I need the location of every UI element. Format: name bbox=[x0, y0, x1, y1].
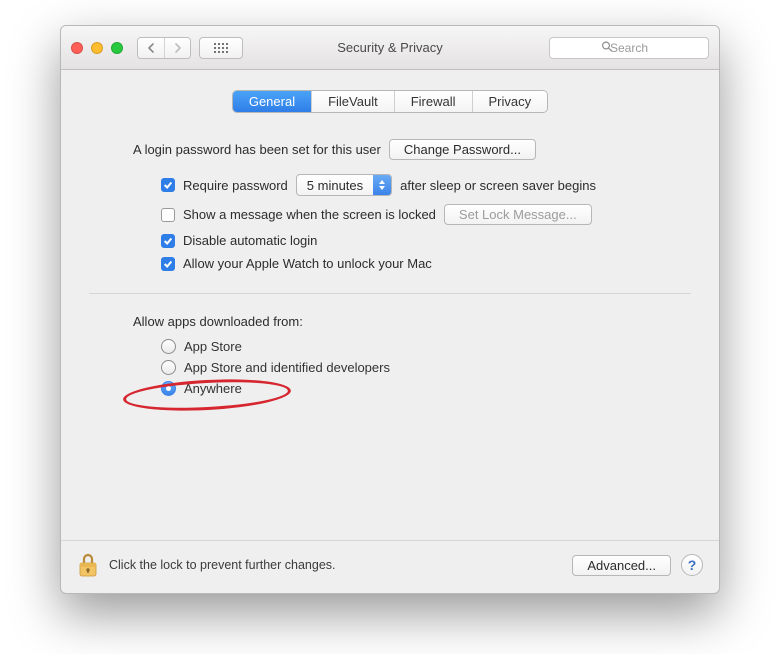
show-message-checkbox[interactable] bbox=[161, 208, 175, 222]
content-area: General FileVault Firewall Privacy A log… bbox=[61, 70, 719, 420]
apple-watch-row: Allow your Apple Watch to unlock your Ma… bbox=[161, 256, 685, 271]
show-all-button[interactable] bbox=[199, 37, 243, 59]
password-delay-select[interactable]: 5 minutes bbox=[296, 174, 392, 196]
tab-filevault[interactable]: FileVault bbox=[311, 91, 394, 112]
password-set-row: A login password has been set for this u… bbox=[133, 139, 685, 160]
back-button[interactable] bbox=[138, 38, 164, 58]
password-set-text: A login password has been set for this u… bbox=[133, 142, 381, 157]
traffic-lights bbox=[71, 42, 123, 54]
radio-app-store[interactable] bbox=[161, 339, 176, 354]
after-sleep-text: after sleep or screen saver begins bbox=[400, 178, 596, 193]
search-input[interactable] bbox=[549, 37, 709, 59]
disable-auto-login-checkbox[interactable] bbox=[161, 234, 175, 248]
grid-icon bbox=[214, 43, 228, 53]
disable-auto-login-row: Disable automatic login bbox=[161, 233, 685, 248]
tabs: General FileVault Firewall Privacy bbox=[232, 90, 548, 113]
tab-privacy[interactable]: Privacy bbox=[472, 91, 548, 112]
radio-anywhere[interactable] bbox=[161, 381, 176, 396]
tab-firewall[interactable]: Firewall bbox=[394, 91, 472, 112]
require-password-row: Require password 5 minutes after sleep o… bbox=[161, 174, 685, 196]
minimize-window-button[interactable] bbox=[91, 42, 103, 54]
lock-text: Click the lock to prevent further change… bbox=[109, 558, 336, 572]
change-password-button[interactable]: Change Password... bbox=[389, 139, 536, 160]
show-message-row: Show a message when the screen is locked… bbox=[161, 204, 685, 225]
radio-identified-row: App Store and identified developers bbox=[161, 360, 685, 375]
radio-anywhere-label: Anywhere bbox=[184, 381, 242, 396]
toolbar: Security & Privacy bbox=[61, 26, 719, 70]
check-icon bbox=[163, 236, 173, 246]
login-section: A login password has been set for this u… bbox=[89, 139, 691, 294]
apple-watch-label: Allow your Apple Watch to unlock your Ma… bbox=[183, 256, 432, 271]
set-lock-message-button[interactable]: Set Lock Message... bbox=[444, 204, 592, 225]
advanced-button[interactable]: Advanced... bbox=[572, 555, 671, 576]
nav-group bbox=[137, 37, 191, 59]
show-message-label: Show a message when the screen is locked bbox=[183, 207, 436, 222]
radio-app-store-label: App Store bbox=[184, 339, 242, 354]
footer: Click the lock to prevent further change… bbox=[61, 540, 719, 593]
check-icon bbox=[163, 180, 173, 190]
radio-identified-label: App Store and identified developers bbox=[184, 360, 390, 375]
lock-icon[interactable] bbox=[77, 551, 99, 579]
help-button[interactable]: ? bbox=[681, 554, 703, 576]
close-window-button[interactable] bbox=[71, 42, 83, 54]
search-wrap bbox=[549, 37, 709, 59]
radio-anywhere-row: Anywhere bbox=[161, 381, 685, 396]
zoom-window-button[interactable] bbox=[111, 42, 123, 54]
tab-general[interactable]: General bbox=[233, 91, 311, 112]
tabs-row: General FileVault Firewall Privacy bbox=[89, 90, 691, 113]
select-arrows-icon bbox=[373, 175, 391, 195]
disable-auto-login-label: Disable automatic login bbox=[183, 233, 317, 248]
apps-heading: Allow apps downloaded from: bbox=[133, 314, 685, 329]
radio-app-store-row: App Store bbox=[161, 339, 685, 354]
forward-button[interactable] bbox=[164, 38, 190, 58]
apple-watch-checkbox[interactable] bbox=[161, 257, 175, 271]
security-privacy-window: Security & Privacy General FileVault Fir… bbox=[60, 25, 720, 594]
check-icon bbox=[163, 259, 173, 269]
chevron-right-icon bbox=[174, 43, 182, 53]
apps-section: Allow apps downloaded from: App Store Ap… bbox=[89, 294, 691, 406]
password-delay-value: 5 minutes bbox=[307, 178, 363, 193]
apps-radio-group: App Store App Store and identified devel… bbox=[161, 339, 685, 396]
require-password-checkbox[interactable] bbox=[161, 178, 175, 192]
require-password-label: Require password bbox=[183, 178, 288, 193]
chevron-left-icon bbox=[147, 43, 155, 53]
radio-identified[interactable] bbox=[161, 360, 176, 375]
